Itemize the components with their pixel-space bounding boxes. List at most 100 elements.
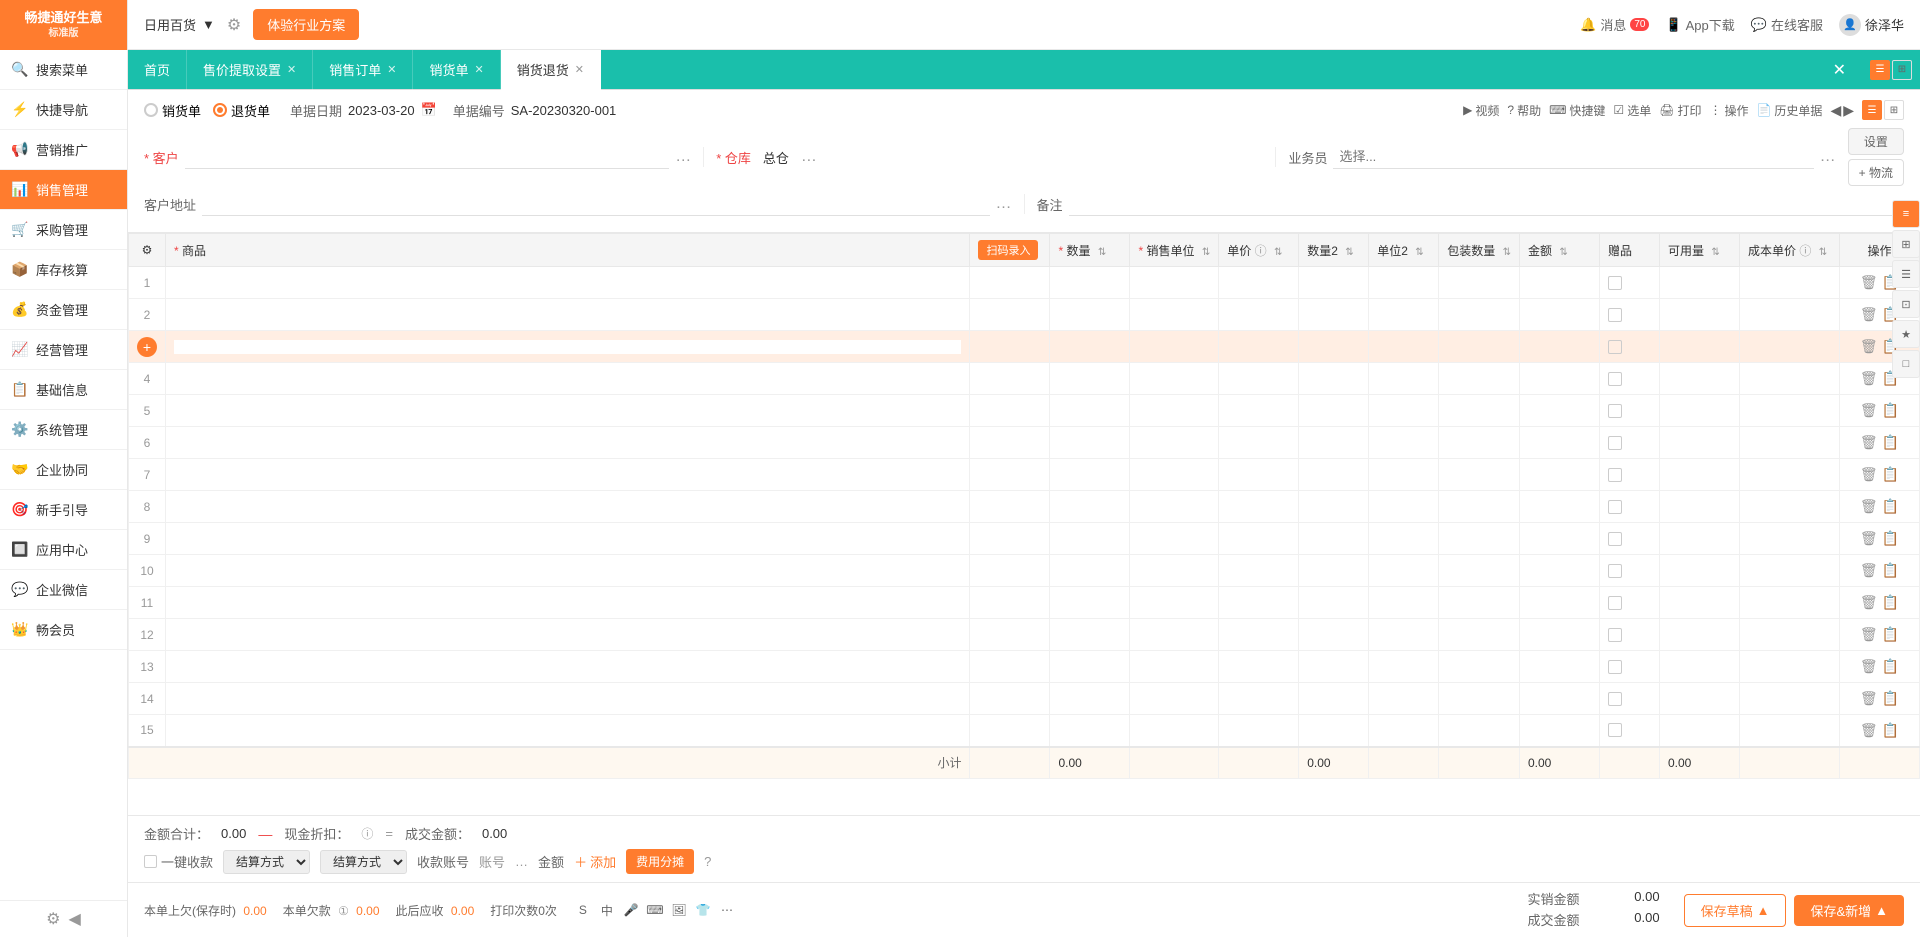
pack-cell-14[interactable]	[1439, 683, 1520, 715]
amount-cell-8[interactable]	[1520, 491, 1600, 523]
qty-cell-12[interactable]	[1050, 619, 1130, 651]
delete-icon-12[interactable]: 🗑	[1860, 626, 1878, 643]
amount-cell-7[interactable]	[1520, 459, 1600, 491]
delete-icon-6[interactable]: 🗑	[1860, 434, 1878, 451]
radio-return[interactable]: 退货单	[213, 101, 270, 120]
customer-ellipsis-btn[interactable]: …	[675, 148, 691, 166]
available-sort-icon[interactable]: ⇅	[1711, 247, 1719, 258]
price-cell-8[interactable]	[1219, 491, 1299, 523]
account-ellipsis2-btn[interactable]: …	[515, 854, 528, 869]
col-settings[interactable]: ⚙	[129, 234, 166, 267]
amount-cell-14[interactable]	[1520, 683, 1600, 715]
delete-icon-1[interactable]: 🗑	[1860, 274, 1878, 291]
notice-button[interactable]: 🔔 消息 70	[1580, 15, 1649, 34]
fee-split-btn[interactable]: 费用分摊	[626, 849, 694, 874]
available-cell-12[interactable]	[1660, 619, 1740, 651]
account-ellipsis-btn[interactable]: 账号	[479, 852, 505, 871]
delete-icon-5[interactable]: 🗑	[1860, 402, 1878, 419]
sidebar-item-quick-nav[interactable]: ⚡ 快捷导航	[0, 90, 127, 130]
delete-icon-8[interactable]: 🗑	[1860, 498, 1878, 515]
cost-info-icon[interactable]: ⓘ	[1799, 244, 1811, 258]
qty-cell-14[interactable]	[1050, 683, 1130, 715]
note-input[interactable]	[1069, 192, 1904, 216]
tab-close-price-settings[interactable]: ✕	[287, 63, 296, 76]
cost-cell-9[interactable]	[1740, 523, 1840, 555]
qty2-cell-3[interactable]	[1299, 331, 1369, 363]
available-cell-10[interactable]	[1660, 555, 1740, 587]
price-cell-11[interactable]	[1219, 587, 1299, 619]
product-cell-9[interactable]	[166, 523, 970, 555]
product-cell-2[interactable]	[166, 299, 970, 331]
qty-cell-2[interactable]	[1050, 299, 1130, 331]
qty2-cell-10[interactable]	[1299, 555, 1369, 587]
form-layout-grid-btn[interactable]: ⊞	[1884, 100, 1904, 120]
product-cell-10[interactable]	[166, 555, 970, 587]
available-cell-6[interactable]	[1660, 427, 1740, 459]
price-cell-4[interactable]	[1219, 363, 1299, 395]
sidebar-settings-btn[interactable]: ⚙	[46, 909, 60, 929]
delete-icon-13[interactable]: 🗑	[1860, 658, 1878, 675]
pack-cell-2[interactable]	[1439, 299, 1520, 331]
available-cell-7[interactable]	[1660, 459, 1740, 491]
product-cell-4[interactable]	[166, 363, 970, 395]
pack-cell-9[interactable]	[1439, 523, 1520, 555]
qty2-cell-12[interactable]	[1299, 619, 1369, 651]
unit-cell-7[interactable]	[1130, 459, 1219, 491]
tab-close-sales-order[interactable]: ✕	[387, 63, 396, 76]
amount-cell-13[interactable]	[1520, 651, 1600, 683]
unit-cell-1[interactable]	[1130, 267, 1219, 299]
unit2-cell-9[interactable]	[1369, 523, 1439, 555]
settle-method-select[interactable]: 结算方式	[223, 850, 310, 874]
qty-sort-icon[interactable]: ⇅	[1098, 247, 1106, 258]
copy-icon-12[interactable]: 📋	[1882, 626, 1899, 643]
radio-sale[interactable]: 销货单	[144, 101, 201, 120]
amount-cell-11[interactable]	[1520, 587, 1600, 619]
calc-method-select[interactable]: 结算方式	[320, 850, 407, 874]
delete-icon-10[interactable]: 🗑	[1860, 562, 1878, 579]
unit2-cell-13[interactable]	[1369, 651, 1439, 683]
tab-sales-bill[interactable]: 销货单 ✕	[413, 50, 500, 90]
product-cell-6[interactable]	[166, 427, 970, 459]
gift-cb-4[interactable]	[1608, 372, 1622, 386]
qty-cell-3[interactable]	[1050, 331, 1130, 363]
salesperson-ellipsis-btn[interactable]: …	[1820, 148, 1836, 166]
copy-icon-13[interactable]: 📋	[1882, 658, 1899, 675]
sidebar-item-finance[interactable]: 💰 资金管理	[0, 290, 127, 330]
cost-sort-icon[interactable]: ⇅	[1819, 247, 1827, 258]
close-all-tabs-btn[interactable]: ✕	[1821, 60, 1858, 80]
layout-list-btn[interactable]: ☰	[1870, 60, 1890, 80]
price-cell-2[interactable]	[1219, 299, 1299, 331]
available-cell-4[interactable]	[1660, 363, 1740, 395]
copy-icon-7[interactable]: 📋	[1882, 466, 1899, 483]
toolbar-img-icon[interactable]: 🖼	[669, 900, 689, 920]
amount-cell-3[interactable]	[1520, 331, 1600, 363]
sidebar-item-guide[interactable]: 🎯 新手引导	[0, 490, 127, 530]
customer-input[interactable]	[185, 145, 670, 169]
unit2-cell-14[interactable]	[1369, 683, 1439, 715]
unit-cell-4[interactable]	[1130, 363, 1219, 395]
gift-cb-6[interactable]	[1608, 436, 1622, 450]
pack-sort-icon[interactable]: ⇅	[1503, 247, 1511, 258]
available-cell-14[interactable]	[1660, 683, 1740, 715]
product-cell-14[interactable]	[166, 683, 970, 715]
qty2-cell-8[interactable]	[1299, 491, 1369, 523]
delete-icon-7[interactable]: 🗑	[1860, 466, 1878, 483]
gift-cb-13[interactable]	[1608, 660, 1622, 674]
cost-cell-6[interactable]	[1740, 427, 1840, 459]
unit-cell-11[interactable]	[1130, 587, 1219, 619]
delete-icon-2[interactable]: 🗑	[1860, 306, 1878, 323]
sidebar-item-purchase[interactable]: 🛒 采购管理	[0, 210, 127, 250]
gift-cb-14[interactable]	[1608, 692, 1622, 706]
copy-icon-9[interactable]: 📋	[1882, 530, 1899, 547]
delete-icon-9[interactable]: 🗑	[1860, 530, 1878, 547]
calendar-icon[interactable]: 📅	[421, 102, 437, 118]
experience-button[interactable]: 体验行业方案	[253, 9, 359, 40]
qty2-cell-14[interactable]	[1299, 683, 1369, 715]
pack-cell-13[interactable]	[1439, 651, 1520, 683]
copy-icon-15[interactable]: 📋	[1882, 722, 1899, 739]
available-cell-3[interactable]	[1660, 331, 1740, 363]
qty-cell-9[interactable]	[1050, 523, 1130, 555]
sidebar-item-marketing[interactable]: 📢 营销推广	[0, 130, 127, 170]
gift-cb-7[interactable]	[1608, 468, 1622, 482]
delete-icon-11[interactable]: 🗑	[1860, 594, 1878, 611]
